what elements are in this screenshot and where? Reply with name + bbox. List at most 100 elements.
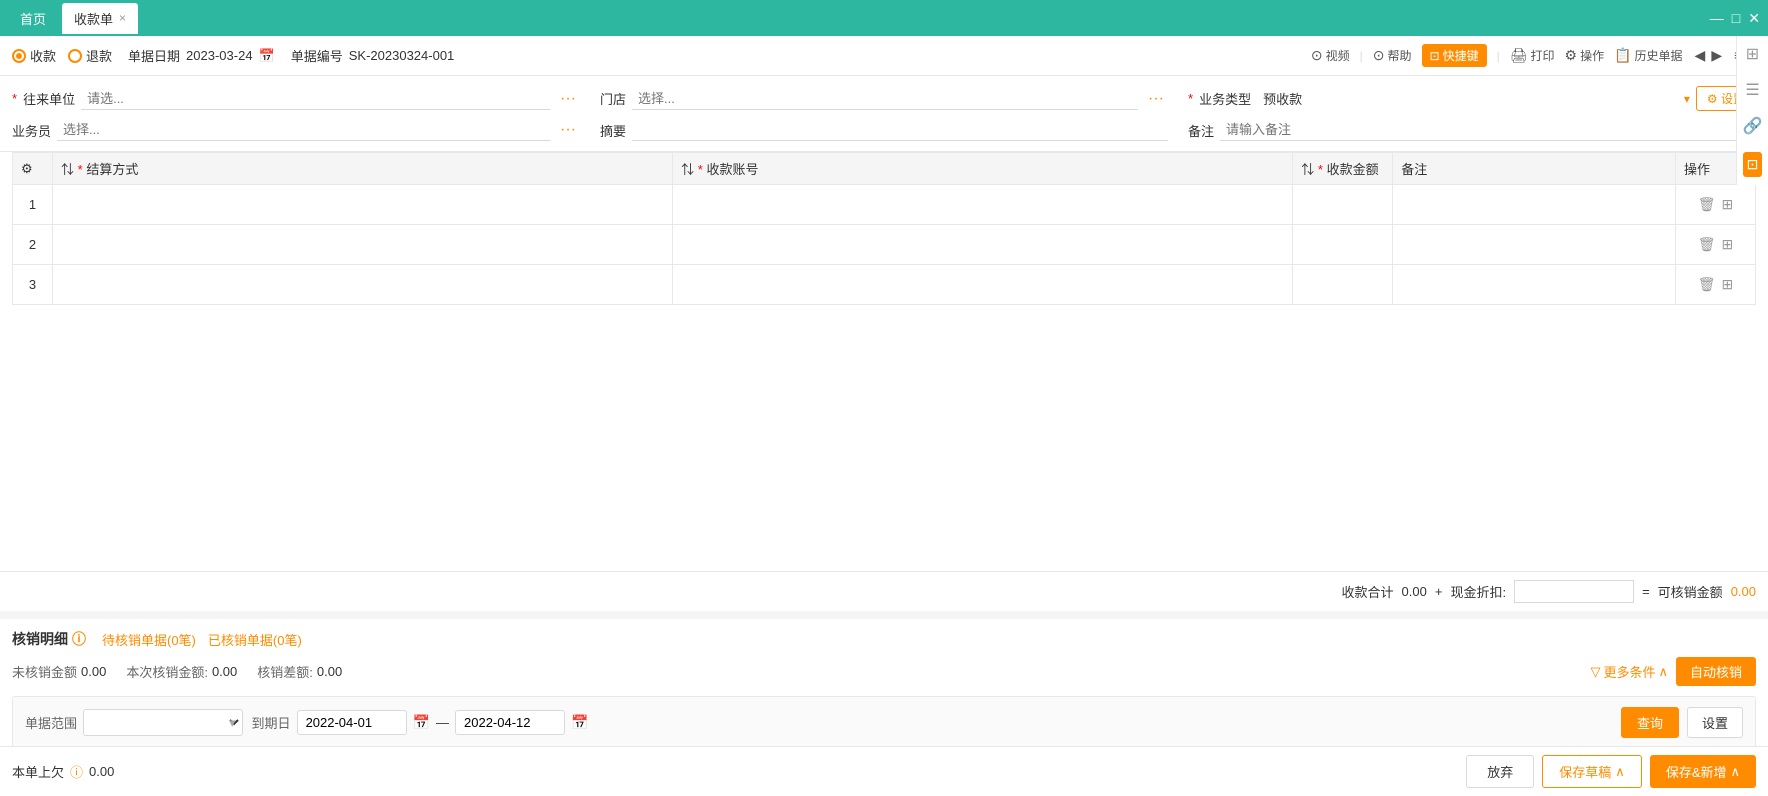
tab-done[interactable]: 已核销单据(0笔) — [208, 630, 302, 649]
col-remark-header: 备注 — [1393, 153, 1676, 185]
verify-info-icon[interactable]: ⓘ — [72, 629, 86, 649]
radio-refund[interactable]: 退款 — [68, 46, 112, 65]
verifiable-label: 可核销金额 — [1658, 582, 1723, 601]
date-from-calendar-icon[interactable]: 📅 — [413, 714, 430, 731]
due-date-to[interactable] — [455, 710, 565, 735]
due-date-field: 到期日 📅 — 📅 — [252, 710, 589, 735]
save-draft-btn[interactable]: 保存草稿 ∧ — [1542, 755, 1642, 788]
partner-more-icon[interactable]: ··· — [556, 90, 580, 108]
close-window-icon[interactable]: ✕ — [1748, 10, 1760, 27]
table-row: 3 🗑 ⊞ — [13, 265, 1756, 305]
tab-active[interactable]: 收款单 × — [62, 3, 138, 34]
unverified-stat: 未核销金额 0.00 — [12, 662, 106, 681]
tab-bar-left: 首页 收款单 × — [8, 3, 138, 34]
video-icon: ⊙ — [1311, 47, 1323, 64]
staff-more-icon[interactable]: ··· — [556, 121, 580, 139]
calendar-icon[interactable]: 📅 — [259, 48, 275, 64]
date-to-calendar-icon[interactable]: 📅 — [571, 714, 588, 731]
row-2-account[interactable] — [673, 225, 1293, 265]
row-3-settlement[interactable] — [53, 265, 673, 305]
row-2-delete-icon[interactable]: 🗑 — [1698, 236, 1716, 253]
prev-label: 本单上欠 — [12, 762, 64, 781]
shortcut-btn[interactable]: ⊡ 快捷键 — [1422, 44, 1487, 67]
info-icon-footer[interactable]: ⓘ — [70, 762, 83, 781]
required-star-settlement: * — [78, 162, 83, 177]
query-settings-btn[interactable]: 设置 — [1687, 707, 1743, 738]
right-sidebar: ⊞ ☰ 🔗 ⊡ — [1736, 36, 1768, 185]
restore-icon[interactable]: □ — [1732, 10, 1740, 26]
minimize-icon[interactable]: — — [1710, 10, 1724, 26]
col-account-header: ⇅ * 收款账号 — [673, 153, 1293, 185]
col-settings-header[interactable]: ⚙ — [13, 153, 53, 185]
query-range-select[interactable] — [83, 709, 243, 736]
row-2-copy-icon[interactable]: ⊞ — [1722, 236, 1734, 253]
video-btn[interactable]: ⊙ 视频 — [1311, 47, 1350, 64]
tab-home[interactable]: 首页 — [8, 3, 58, 34]
row-3-amount[interactable] — [1293, 265, 1393, 305]
table-area: ⚙ ⇅ * 结算方式 ⇅ * 收款账号 ⇅ * 收款 — [0, 152, 1768, 571]
help-btn[interactable]: ⊙ 帮助 — [1373, 47, 1412, 64]
row-1-copy-icon[interactable]: ⊞ — [1722, 196, 1734, 213]
shop-input[interactable] — [632, 88, 1138, 110]
biz-type-dropdown-icon[interactable]: ▾ — [1684, 92, 1690, 106]
shop-label: 门店 — [600, 89, 626, 108]
auto-verify-btn[interactable]: 自动核销 — [1676, 657, 1756, 686]
sidebar-icon-table[interactable]: ⊞ — [1746, 44, 1759, 64]
verifiable-value: 0.00 — [1731, 584, 1756, 599]
prev-value: 0.00 — [89, 764, 114, 779]
shortcut-icon: ⊡ — [1430, 49, 1440, 63]
row-2-amount[interactable] — [1293, 225, 1393, 265]
row-3-copy-icon[interactable]: ⊞ — [1722, 276, 1734, 293]
row-3-delete-icon[interactable]: 🗑 — [1698, 276, 1716, 293]
current-stat: 本次核销金额: 0.00 — [126, 662, 237, 681]
biz-type-label: 业务类型 — [1199, 89, 1251, 108]
verify-header: 核销明细 ⓘ 待核销单据(0笔) 已核销单据(0笔) — [12, 629, 1756, 649]
prev-arrow[interactable]: ◀ — [1693, 47, 1708, 64]
number-value: SK-20230324-001 — [349, 48, 455, 63]
discount-input[interactable] — [1514, 580, 1634, 603]
row-1-amount[interactable] — [1293, 185, 1393, 225]
col-settlement-header: ⇅ * 结算方式 — [53, 153, 673, 185]
diff-label: 核销差额: — [257, 662, 313, 681]
row-1-settlement[interactable] — [53, 185, 673, 225]
number-field: 单据编号 SK-20230324-001 — [291, 46, 455, 65]
save-new-btn[interactable]: 保存&新增 ∧ — [1650, 755, 1756, 788]
query-btn[interactable]: 查询 — [1621, 707, 1679, 738]
sidebar-icon-list[interactable]: ☰ — [1745, 80, 1759, 100]
row-3-remark[interactable] — [1393, 265, 1676, 305]
summary-row: 收款合计 0.00 + 现金折扣: = 可核销金额 0.00 — [0, 571, 1768, 611]
radio-refund-label: 退款 — [86, 46, 112, 65]
history-btn[interactable]: 📋 历史单据 — [1614, 47, 1682, 64]
next-arrow[interactable]: ▶ — [1709, 47, 1724, 64]
radio-receipt[interactable]: 收款 — [12, 46, 56, 65]
row-3-account[interactable] — [673, 265, 1293, 305]
row-2-remark[interactable] — [1393, 225, 1676, 265]
due-date-from[interactable] — [297, 710, 407, 735]
query-right-btns: 查询 设置 — [1621, 707, 1743, 738]
row-1-remark[interactable] — [1393, 185, 1676, 225]
filter-icon: ▽ — [1590, 664, 1600, 680]
partner-input[interactable] — [81, 88, 550, 110]
shop-more-icon[interactable]: ··· — [1144, 90, 1168, 108]
print-btn[interactable]: 🖨 打印 — [1510, 47, 1555, 64]
tab-pending[interactable]: 待核销单据(0笔) — [102, 630, 196, 649]
col-amount-header: ⇅ * 收款金额 — [1293, 153, 1393, 185]
footer-right: 放弃 保存草稿 ∧ 保存&新增 ∧ — [1466, 755, 1756, 788]
operation-btn[interactable]: ⚙ 操作 — [1565, 47, 1605, 64]
row-1-account[interactable] — [673, 185, 1293, 225]
sidebar-icon-link[interactable]: 🔗 — [1743, 116, 1763, 136]
summary-input[interactable] — [632, 119, 1168, 141]
abandon-btn[interactable]: 放弃 — [1466, 755, 1534, 788]
sidebar-icon-active[interactable]: ⊡ — [1743, 152, 1763, 177]
row-3-num: 3 — [13, 265, 53, 305]
radio-refund-dot — [68, 49, 82, 63]
row-2-settlement[interactable] — [53, 225, 673, 265]
remark-input[interactable] — [1220, 119, 1756, 141]
more-conditions-btn[interactable]: ▽ 更多条件 ∧ — [1590, 662, 1668, 681]
tab-close-icon[interactable]: × — [119, 11, 126, 25]
row-1-num: 1 — [13, 185, 53, 225]
table-settings-icon[interactable]: ⚙ — [21, 161, 33, 176]
staff-input[interactable] — [57, 119, 550, 141]
shop-field: 门店 ··· — [600, 88, 1168, 110]
row-1-delete-icon[interactable]: 🗑 — [1698, 196, 1716, 213]
